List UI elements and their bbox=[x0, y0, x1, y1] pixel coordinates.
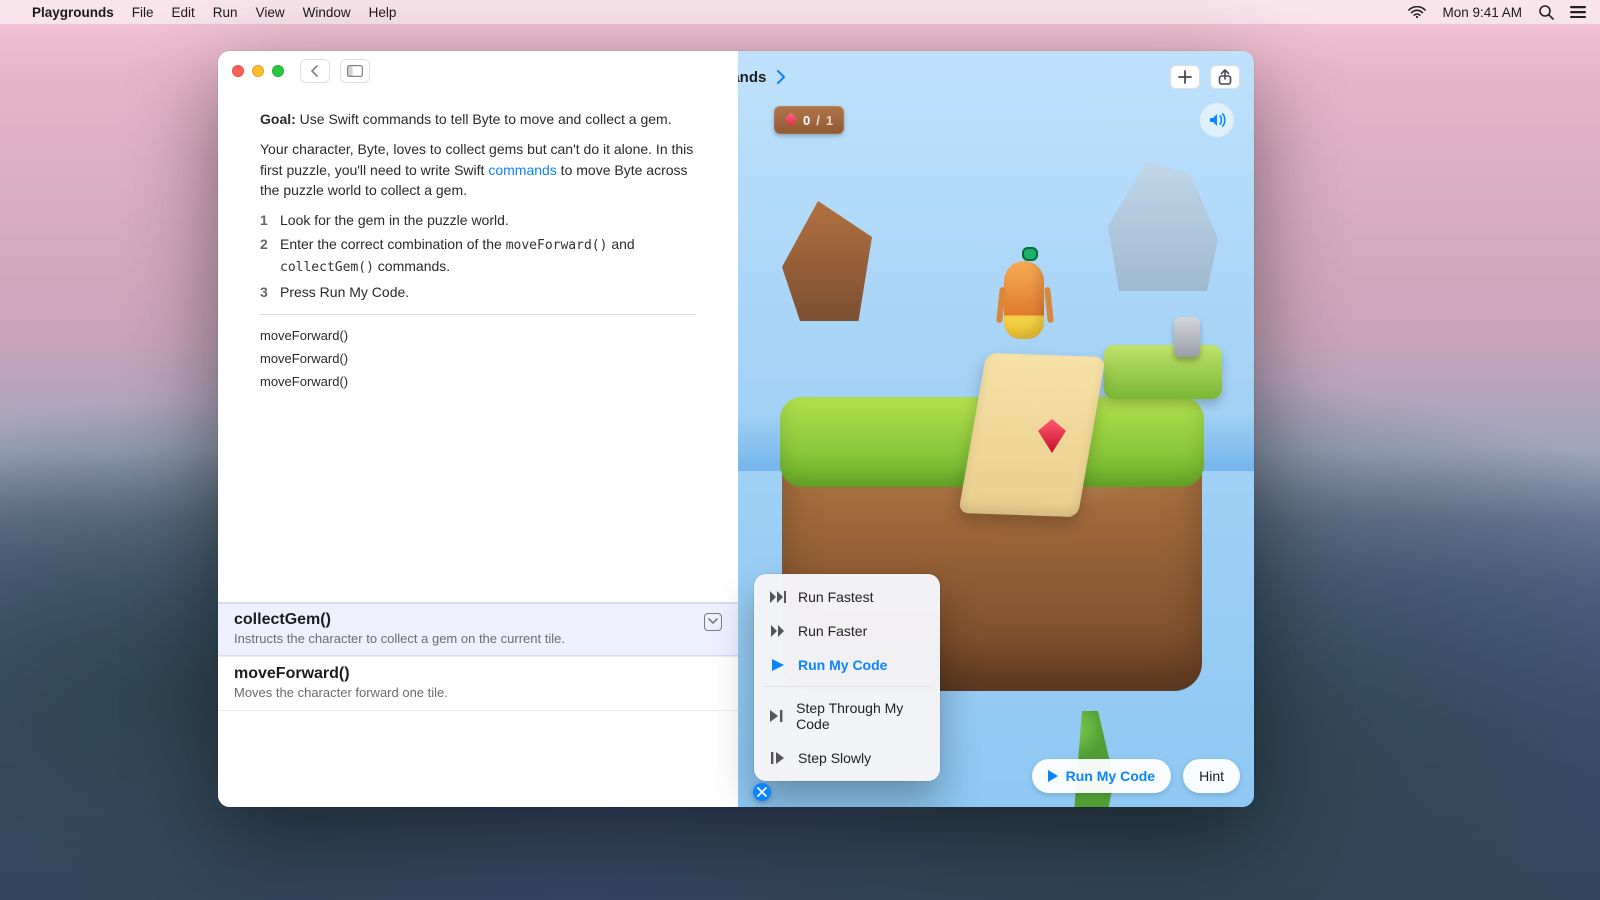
run-my-code-option[interactable]: Run My Code bbox=[754, 648, 940, 682]
code-line[interactable]: moveForward() bbox=[260, 350, 696, 369]
toggle-sidebar-button[interactable] bbox=[340, 59, 370, 83]
menubar-clock[interactable]: Mon 9:41 AM bbox=[1442, 5, 1522, 20]
editor-pane: Goal: Use Swift commands to tell Byte to… bbox=[218, 51, 738, 807]
completion-title: collectGem() bbox=[234, 611, 722, 629]
lesson-text: and bbox=[607, 236, 634, 252]
playgrounds-window: Goal: Use Swift commands to tell Byte to… bbox=[218, 51, 1254, 807]
code-line[interactable]: moveForward() bbox=[260, 373, 696, 392]
lesson-paragraph: Your character, Byte, loves to collect g… bbox=[260, 139, 696, 200]
inline-code: collectGem() bbox=[280, 260, 374, 275]
fast-forward-icon bbox=[770, 625, 786, 637]
run-options-popover: Run Fastest Run Faster Run My Code Step … bbox=[754, 574, 940, 781]
menu-file[interactable]: File bbox=[132, 5, 154, 20]
chevron-right-icon[interactable] bbox=[776, 70, 786, 84]
lesson-text: Enter the correct combination of the bbox=[280, 236, 506, 252]
menu-separator bbox=[764, 686, 930, 687]
breadcrumb: Issuing Commands bbox=[738, 69, 786, 86]
zoom-window[interactable] bbox=[272, 65, 284, 77]
right-toolbar: Issuing Commands bbox=[738, 59, 1254, 95]
divider bbox=[260, 314, 696, 315]
commands-link[interactable]: commands bbox=[488, 162, 556, 178]
menu-help[interactable]: Help bbox=[369, 5, 397, 20]
spotlight-icon[interactable] bbox=[1538, 4, 1554, 20]
gem-icon bbox=[785, 113, 797, 127]
left-toolbar bbox=[218, 51, 738, 91]
step-icon bbox=[770, 710, 784, 722]
play-icon bbox=[1048, 770, 1058, 782]
lesson-step-3: Press Run My Code. bbox=[260, 282, 696, 302]
chevron-down-icon[interactable] bbox=[704, 613, 722, 631]
add-button[interactable] bbox=[1170, 65, 1200, 89]
lesson-steps: Look for the gem in the puzzle world. En… bbox=[260, 210, 696, 302]
hint-button[interactable]: Hint bbox=[1183, 759, 1240, 793]
gem-icon bbox=[1038, 419, 1066, 453]
menu-edit[interactable]: Edit bbox=[172, 5, 195, 20]
byte-character bbox=[992, 247, 1058, 367]
close-window[interactable] bbox=[232, 65, 244, 77]
lesson-step-1: Look for the gem in the puzzle world. bbox=[260, 210, 696, 230]
gems-total: 1 bbox=[826, 113, 833, 128]
control-center-icon[interactable] bbox=[1570, 6, 1586, 18]
completion-item[interactable]: moveForward() Moves the character forwar… bbox=[218, 657, 738, 711]
fast-forward-icon bbox=[770, 591, 786, 603]
share-button[interactable] bbox=[1210, 65, 1240, 89]
run-bar: Run My Code Hint bbox=[1032, 759, 1240, 793]
audio-toggle[interactable] bbox=[1200, 103, 1234, 137]
menubar: Playgrounds File Edit Run View Window He… bbox=[0, 0, 1600, 24]
nav-back-button[interactable] bbox=[300, 59, 330, 83]
code-line[interactable]: moveForward() bbox=[260, 327, 696, 346]
play-icon bbox=[770, 659, 786, 671]
code-completion-panel: collectGem() Instructs the character to … bbox=[218, 602, 738, 807]
run-faster-option[interactable]: Run Faster bbox=[754, 614, 940, 648]
button-label: Run My Code bbox=[1066, 768, 1155, 784]
menu-label: Run My Code bbox=[798, 657, 887, 673]
lesson-content: Goal: Use Swift commands to tell Byte to… bbox=[218, 91, 738, 402]
menu-window[interactable]: Window bbox=[303, 5, 351, 20]
wifi-icon[interactable] bbox=[1408, 6, 1426, 18]
button-label: Hint bbox=[1199, 768, 1224, 784]
lesson-text: commands. bbox=[374, 258, 450, 274]
inline-code: moveForward() bbox=[506, 238, 608, 253]
completion-title: moveForward() bbox=[234, 665, 722, 683]
completion-desc: Moves the character forward one tile. bbox=[234, 685, 722, 700]
run-my-code-button[interactable]: Run My Code bbox=[1032, 759, 1171, 793]
desktop: Playgrounds File Edit Run View Window He… bbox=[0, 0, 1600, 900]
goal-text: Use Swift commands to tell Byte to move … bbox=[300, 111, 672, 127]
gem-counter: 0 / 1 bbox=[774, 106, 844, 134]
gems-separator: / bbox=[816, 113, 820, 128]
step-through-option[interactable]: Step Through My Code bbox=[754, 691, 940, 741]
app-menu[interactable]: Playgrounds bbox=[32, 5, 114, 20]
menu-run[interactable]: Run bbox=[213, 5, 238, 20]
minimize-window[interactable] bbox=[252, 65, 264, 77]
menu-label: Step Through My Code bbox=[796, 700, 924, 732]
goal-label: Goal: bbox=[260, 111, 296, 127]
lesson-step-2: Enter the correct combination of the mov… bbox=[260, 234, 696, 278]
window-controls bbox=[232, 65, 290, 77]
gems-current: 0 bbox=[803, 113, 810, 128]
menu-view[interactable]: View bbox=[256, 5, 285, 20]
menu-label: Run Fastest bbox=[798, 589, 873, 605]
completion-desc: Instructs the character to collect a gem… bbox=[234, 631, 722, 646]
run-fastest-option[interactable]: Run Fastest bbox=[754, 580, 940, 614]
menu-label: Step Slowly bbox=[798, 750, 871, 766]
step-slowly-option[interactable]: Step Slowly bbox=[754, 741, 940, 775]
code-editor[interactable]: moveForward() moveForward() moveForward(… bbox=[260, 327, 696, 392]
close-popover-button[interactable] bbox=[753, 783, 771, 801]
step-slow-icon bbox=[770, 752, 786, 764]
completion-item[interactable]: collectGem() Instructs the character to … bbox=[218, 603, 738, 657]
page-title[interactable]: Issuing Commands bbox=[738, 69, 766, 86]
menu-label: Run Faster bbox=[798, 623, 867, 639]
